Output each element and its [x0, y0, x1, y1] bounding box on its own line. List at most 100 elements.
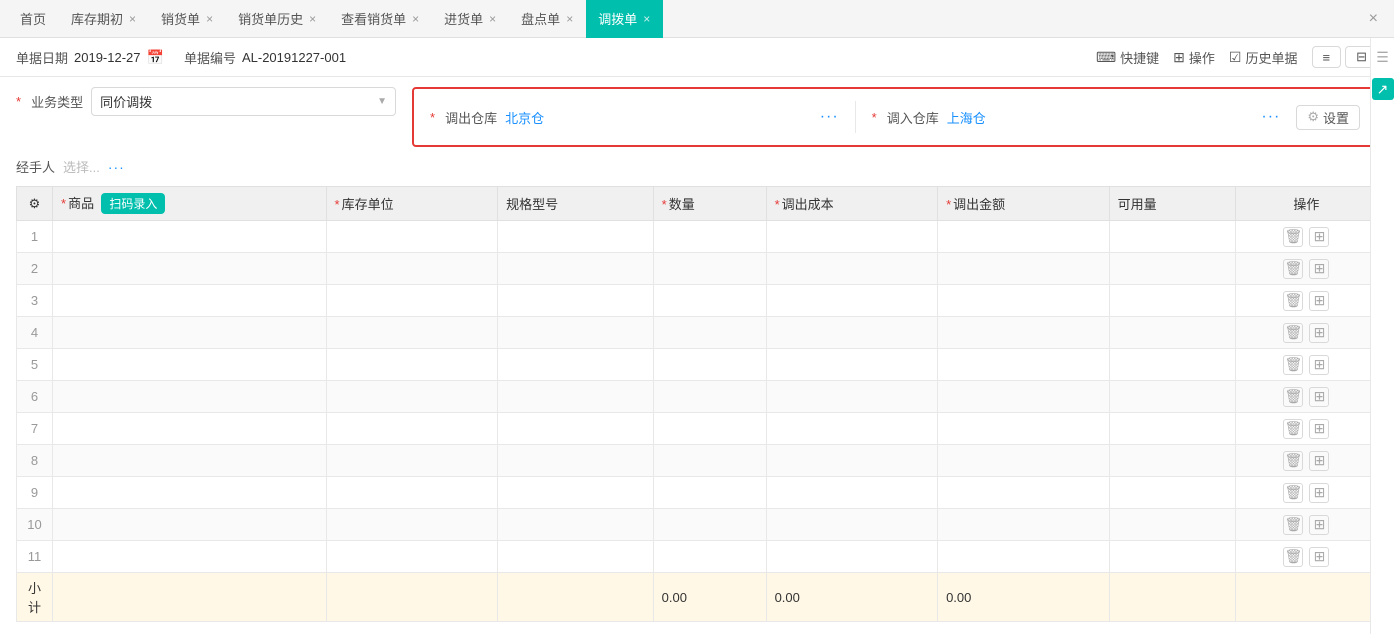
unit-cell[interactable] — [326, 253, 498, 285]
product-cell[interactable] — [53, 381, 327, 413]
business-type-select[interactable]: 同价调拨 ▼ — [91, 87, 396, 116]
qty-cell[interactable] — [653, 445, 766, 477]
unit-cell[interactable] — [326, 381, 498, 413]
delete-icon[interactable]: 🗑 — [1283, 291, 1303, 311]
cost-cell[interactable] — [766, 285, 938, 317]
cost-cell[interactable] — [766, 477, 938, 509]
tab-transfer-order[interactable]: 调拨单 × — [586, 0, 663, 38]
tab-home[interactable]: 首页 — [8, 0, 59, 38]
layout-btn-1[interactable]: ≡ — [1312, 46, 1342, 68]
tab-close-inventory-check[interactable]: × — [566, 12, 573, 26]
unit-cell[interactable] — [326, 349, 498, 381]
operations-btn[interactable]: ⊞ 操作 — [1173, 48, 1215, 67]
available-cell[interactable] — [1109, 477, 1235, 509]
product-cell[interactable] — [53, 317, 327, 349]
spec-cell[interactable] — [498, 541, 654, 573]
amount-cell[interactable] — [938, 413, 1110, 445]
delete-icon[interactable]: 🗑 — [1283, 451, 1303, 471]
transfer-in-more[interactable]: ··· — [1261, 108, 1280, 126]
qty-cell[interactable] — [653, 477, 766, 509]
unit-cell[interactable] — [326, 285, 498, 317]
sidebar-export-icon[interactable]: ↗ — [1372, 78, 1394, 100]
tab-close-sales-order[interactable]: × — [206, 12, 213, 26]
scan-button[interactable]: 扫码录入 — [101, 193, 165, 214]
calendar-icon[interactable]: 📅 — [147, 49, 164, 66]
amount-cell[interactable] — [938, 253, 1110, 285]
amount-cell[interactable] — [938, 541, 1110, 573]
available-cell[interactable] — [1109, 349, 1235, 381]
delete-icon[interactable]: 🗑 — [1283, 515, 1303, 535]
delete-icon[interactable]: 🗑 — [1283, 419, 1303, 439]
unit-cell[interactable] — [326, 413, 498, 445]
amount-cell[interactable] — [938, 477, 1110, 509]
product-cell[interactable] — [53, 285, 327, 317]
copy-icon[interactable]: ⊞ — [1309, 547, 1329, 567]
unit-cell[interactable] — [326, 445, 498, 477]
spec-cell[interactable] — [498, 445, 654, 477]
available-cell[interactable] — [1109, 381, 1235, 413]
delete-icon[interactable]: 🗑 — [1283, 387, 1303, 407]
product-cell[interactable] — [53, 509, 327, 541]
available-cell[interactable] — [1109, 413, 1235, 445]
transfer-out-value[interactable]: 北京仓 — [505, 108, 544, 127]
amount-cell[interactable] — [938, 509, 1110, 541]
product-cell[interactable] — [53, 349, 327, 381]
product-cell[interactable] — [53, 477, 327, 509]
spec-cell[interactable] — [498, 253, 654, 285]
product-cell[interactable] — [53, 445, 327, 477]
product-cell[interactable] — [53, 221, 327, 253]
date-value[interactable]: 2019-12-27 — [74, 50, 141, 65]
transfer-out-more[interactable]: ··· — [820, 108, 839, 126]
qty-cell[interactable] — [653, 509, 766, 541]
qty-cell[interactable] — [653, 349, 766, 381]
sidebar-document-icon[interactable]: ☰ — [1372, 46, 1394, 68]
delete-icon[interactable]: 🗑 — [1283, 259, 1303, 279]
cost-cell[interactable] — [766, 221, 938, 253]
tab-close-view-sales[interactable]: × — [412, 12, 419, 26]
qty-cell[interactable] — [653, 541, 766, 573]
qty-cell[interactable] — [653, 413, 766, 445]
delete-icon[interactable]: 🗑 — [1283, 547, 1303, 567]
qty-cell[interactable] — [653, 285, 766, 317]
spec-cell[interactable] — [498, 285, 654, 317]
transfer-in-value[interactable]: 上海仓 — [947, 108, 986, 127]
tab-inventory-init[interactable]: 库存期初 × — [59, 0, 149, 38]
cost-cell[interactable] — [766, 317, 938, 349]
history-btn[interactable]: ☑ 历史单据 — [1229, 48, 1298, 67]
tab-close-sales-history[interactable]: × — [309, 12, 316, 26]
qty-cell[interactable] — [653, 381, 766, 413]
amount-cell[interactable] — [938, 445, 1110, 477]
copy-icon[interactable]: ⊞ — [1309, 387, 1329, 407]
spec-cell[interactable] — [498, 381, 654, 413]
copy-icon[interactable]: ⊞ — [1309, 355, 1329, 375]
tab-close-transfer-order[interactable]: × — [643, 12, 650, 26]
delete-icon[interactable]: 🗑 — [1283, 323, 1303, 343]
tab-view-sales[interactable]: 查看销货单 × — [329, 0, 432, 38]
copy-icon[interactable]: ⊞ — [1309, 515, 1329, 535]
spec-cell[interactable] — [498, 317, 654, 349]
available-cell[interactable] — [1109, 221, 1235, 253]
product-cell[interactable] — [53, 541, 327, 573]
delete-icon[interactable]: 🗑 — [1283, 483, 1303, 503]
spec-cell[interactable] — [498, 509, 654, 541]
tab-purchase-order[interactable]: 进货单 × — [432, 0, 509, 38]
amount-cell[interactable] — [938, 317, 1110, 349]
available-cell[interactable] — [1109, 541, 1235, 573]
delete-icon[interactable]: 🗑 — [1283, 227, 1303, 247]
spec-cell[interactable] — [498, 477, 654, 509]
available-cell[interactable] — [1109, 253, 1235, 285]
tab-close-purchase-order[interactable]: × — [489, 12, 496, 26]
cost-cell[interactable] — [766, 413, 938, 445]
tab-inventory-check[interactable]: 盘点单 × — [509, 0, 586, 38]
shortcuts-btn[interactable]: ⌨ 快捷键 — [1096, 48, 1159, 67]
copy-icon[interactable]: ⊞ — [1309, 419, 1329, 439]
unit-cell[interactable] — [326, 509, 498, 541]
copy-icon[interactable]: ⊞ — [1309, 451, 1329, 471]
copy-icon[interactable]: ⊞ — [1309, 483, 1329, 503]
delete-icon[interactable]: 🗑 — [1283, 355, 1303, 375]
spec-cell[interactable] — [498, 221, 654, 253]
handler-select[interactable]: 选择... — [63, 157, 100, 176]
cost-cell[interactable] — [766, 253, 938, 285]
product-cell[interactable] — [53, 413, 327, 445]
spec-cell[interactable] — [498, 349, 654, 381]
